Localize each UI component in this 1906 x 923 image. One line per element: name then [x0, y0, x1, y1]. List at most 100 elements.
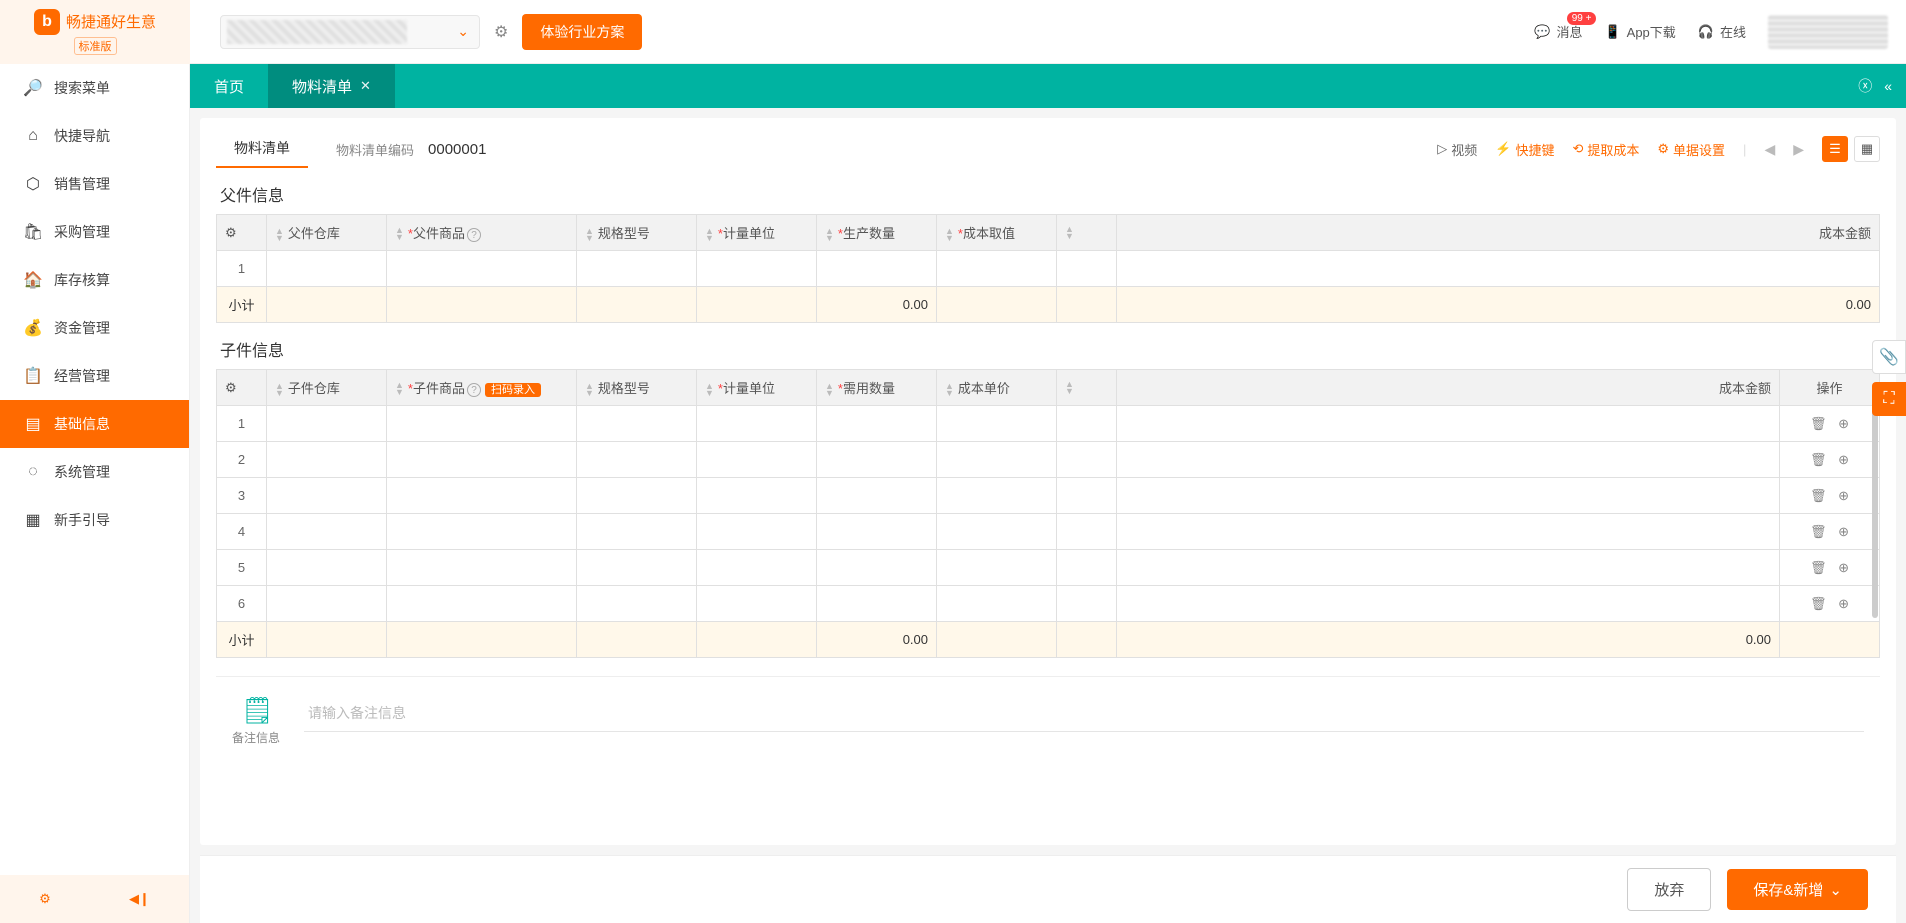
tab-home[interactable]: 首页	[190, 64, 268, 108]
cell-spec[interactable]	[577, 514, 697, 550]
col-gear[interactable]: ⚙	[217, 215, 267, 251]
cell-amt[interactable]	[1117, 442, 1780, 478]
col-parent-cost-take[interactable]: ▲▼*成本取值	[937, 215, 1057, 251]
cell-warehouse[interactable]	[267, 406, 387, 442]
table-row[interactable]: 1 🗑 ⊕	[217, 406, 1880, 442]
sidebar-item-basic[interactable]: ▤基础信息	[0, 400, 189, 448]
sidebar-item-funds[interactable]: 💰资金管理	[0, 304, 189, 352]
cell-product[interactable]	[387, 478, 577, 514]
cell-price[interactable]	[937, 406, 1057, 442]
add-row-icon[interactable]: ⊕	[1838, 524, 1849, 539]
cell-spec[interactable]	[577, 478, 697, 514]
cell-spec[interactable]	[577, 550, 697, 586]
save-button[interactable]: 保存&新增 ⌄	[1727, 869, 1868, 910]
cell-unit[interactable]	[697, 406, 817, 442]
col-child-qty[interactable]: ▲▼*需用数量	[817, 370, 937, 406]
sidebar-item-inventory[interactable]: 🏠库存核算	[0, 256, 189, 304]
info-icon[interactable]: ?	[467, 228, 481, 242]
cell-warehouse[interactable]	[267, 251, 387, 287]
delete-row-icon[interactable]: 🗑	[1810, 488, 1827, 503]
cell-empty[interactable]	[1057, 478, 1117, 514]
scan-chip[interactable]: 扫码录入	[485, 383, 541, 397]
discard-button[interactable]: 放弃	[1627, 868, 1711, 911]
cell-warehouse[interactable]	[267, 550, 387, 586]
download-link[interactable]: 📱 App下载	[1604, 22, 1675, 41]
add-row-icon[interactable]: ⊕	[1838, 416, 1849, 431]
tab-current[interactable]: 物料清单 ✕	[268, 64, 395, 108]
prev-icon[interactable]: ◀	[1764, 141, 1775, 158]
cell-amt[interactable]	[1117, 406, 1780, 442]
table-row[interactable]: 6 🗑 ⊕	[217, 586, 1880, 622]
cell-amt[interactable]	[1117, 251, 1880, 287]
tab-close-icon[interactable]: ✕	[360, 78, 371, 94]
col-child-amt[interactable]: 成本金额	[1117, 370, 1780, 406]
col-parent-cost-amt[interactable]: 成本金额	[1117, 215, 1880, 251]
delete-row-icon[interactable]: 🗑	[1810, 560, 1827, 575]
col-empty-sort[interactable]: ▲▼	[1057, 370, 1117, 406]
cell-unit[interactable]	[697, 514, 817, 550]
cell-product[interactable]	[387, 586, 577, 622]
support-link[interactable]: 🎧 在线	[1698, 22, 1746, 41]
cell-unit[interactable]	[697, 251, 817, 287]
cell-price[interactable]	[937, 550, 1057, 586]
cell-price[interactable]	[937, 586, 1057, 622]
tabbar-collapse-icon[interactable]: «	[1884, 78, 1892, 94]
view-card-icon[interactable]: ▦	[1854, 136, 1880, 162]
col-parent-spec[interactable]: ▲▼规格型号	[577, 215, 697, 251]
table-row[interactable]: 4 🗑 ⊕	[217, 514, 1880, 550]
cell-qty[interactable]	[817, 550, 937, 586]
sidebar-item-sales[interactable]: ⬡销售管理	[0, 160, 189, 208]
sidebar-settings-icon[interactable]: ⚙	[39, 891, 51, 907]
sidebar-item-guide[interactable]: ▦新手引导	[0, 496, 189, 544]
add-row-icon[interactable]: ⊕	[1838, 560, 1849, 575]
info-icon[interactable]: ?	[467, 383, 481, 397]
cell-spec[interactable]	[577, 251, 697, 287]
cell-empty[interactable]	[1057, 550, 1117, 586]
sidebar-item-nav[interactable]: ⌂快捷导航	[0, 112, 189, 160]
sidebar-item-system[interactable]: ◌系统管理	[0, 448, 189, 496]
cell-amt[interactable]	[1117, 514, 1780, 550]
cell-empty[interactable]	[1057, 251, 1117, 287]
messages-link[interactable]: 💬 消息 99 +	[1534, 22, 1582, 41]
next-icon[interactable]: ▶	[1793, 141, 1804, 158]
cell-empty[interactable]	[1057, 442, 1117, 478]
sidebar-item-operation[interactable]: 📋经营管理	[0, 352, 189, 400]
delete-row-icon[interactable]: 🗑	[1810, 452, 1827, 467]
expand-icon[interactable]: ⛶	[1872, 382, 1906, 416]
cell-warehouse[interactable]	[267, 478, 387, 514]
doc-settings-link[interactable]: ⚙单据设置	[1657, 140, 1725, 159]
delete-row-icon[interactable]: 🗑	[1810, 524, 1827, 539]
col-parent-unit[interactable]: ▲▼*计量单位	[697, 215, 817, 251]
attachment-icon[interactable]: 📎	[1872, 340, 1906, 374]
cell-unit[interactable]	[697, 478, 817, 514]
cell-qty[interactable]	[817, 406, 937, 442]
close-all-icon[interactable]: ⓧ	[1856, 77, 1874, 95]
table-row[interactable]: 2 🗑 ⊕	[217, 442, 1880, 478]
cell-unit[interactable]	[697, 586, 817, 622]
cell-spec[interactable]	[577, 442, 697, 478]
cell-product[interactable]	[387, 251, 577, 287]
table-row[interactable]: 3 🗑 ⊕	[217, 478, 1880, 514]
remarks-input[interactable]	[304, 695, 1864, 732]
cell-price[interactable]	[937, 514, 1057, 550]
cell-empty[interactable]	[1057, 586, 1117, 622]
cell-price[interactable]	[937, 442, 1057, 478]
add-row-icon[interactable]: ⊕	[1838, 452, 1849, 467]
org-settings-icon[interactable]: ⚙	[494, 22, 508, 42]
table-row[interactable]: 5 🗑 ⊕	[217, 550, 1880, 586]
col-parent-warehouse[interactable]: ▲▼父件仓库	[267, 215, 387, 251]
cell-spec[interactable]	[577, 586, 697, 622]
cell-qty[interactable]	[817, 586, 937, 622]
add-row-icon[interactable]: ⊕	[1838, 488, 1849, 503]
user-avatar[interactable]	[1768, 15, 1888, 49]
cell-product[interactable]	[387, 406, 577, 442]
col-gear[interactable]: ⚙	[217, 370, 267, 406]
col-child-warehouse[interactable]: ▲▼子件仓库	[267, 370, 387, 406]
sidebar-item-purchase[interactable]: 🛍采购管理	[0, 208, 189, 256]
col-parent-product[interactable]: ▲▼*父件商品?	[387, 215, 577, 251]
cell-amt[interactable]	[1117, 478, 1780, 514]
cell-qty[interactable]	[817, 478, 937, 514]
col-child-product[interactable]: ▲▼*子件商品?扫码录入	[387, 370, 577, 406]
col-child-price[interactable]: ▲▼成本单价	[937, 370, 1057, 406]
trial-button[interactable]: 体验行业方案	[522, 14, 642, 50]
